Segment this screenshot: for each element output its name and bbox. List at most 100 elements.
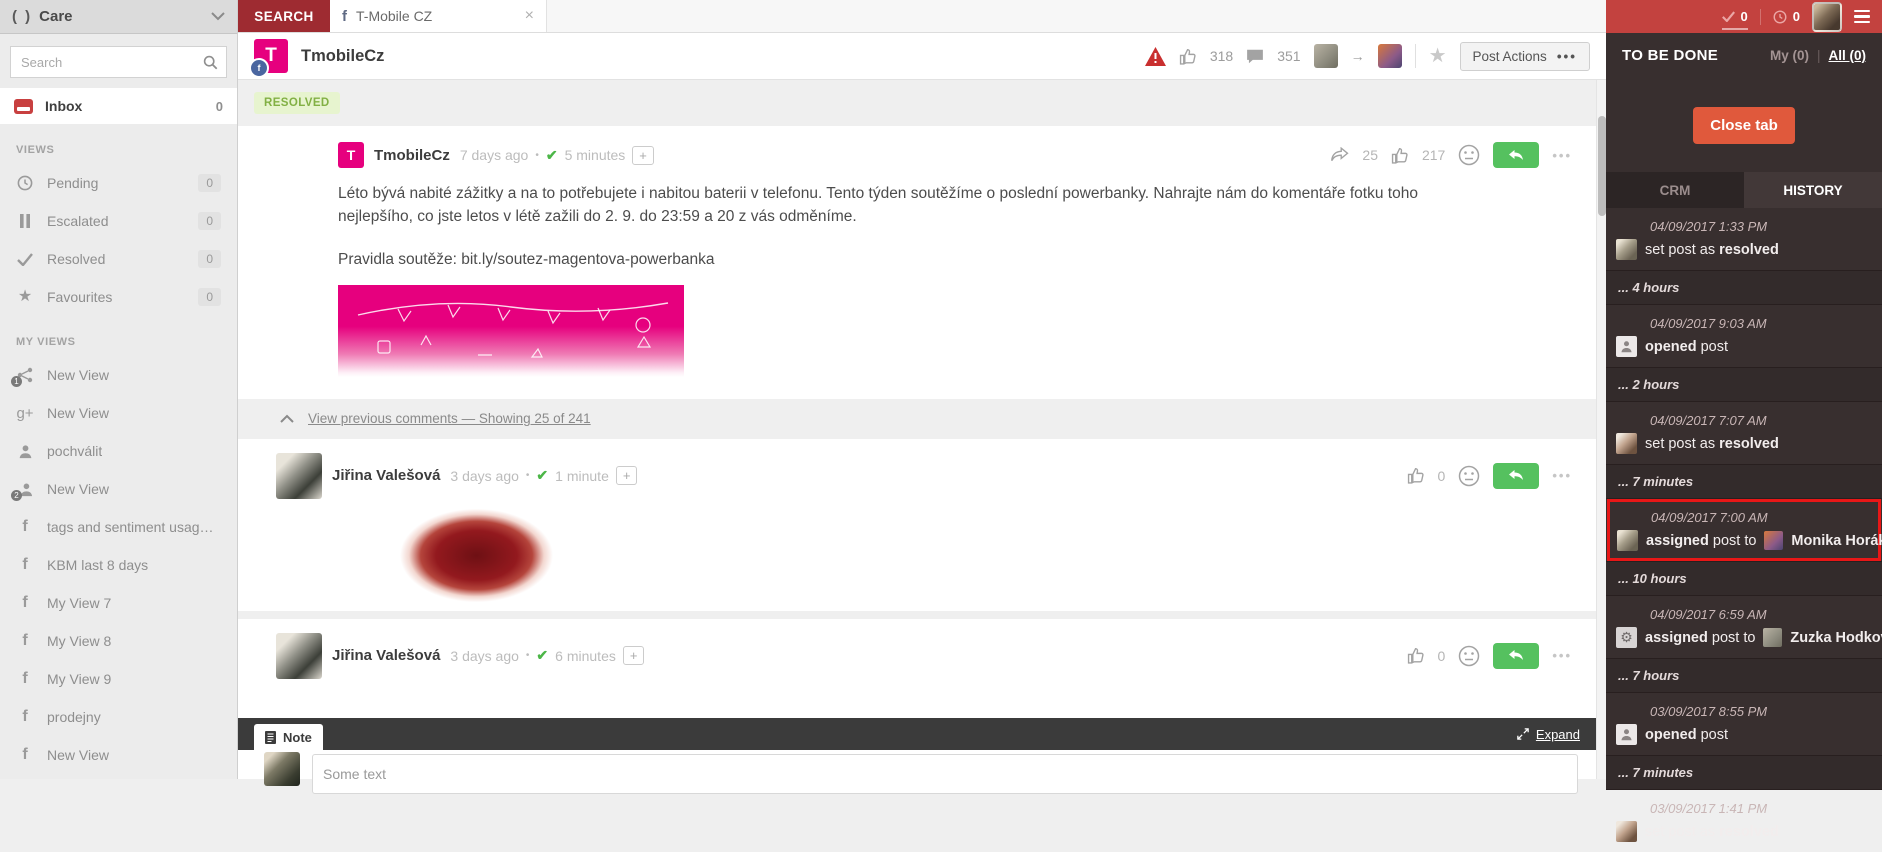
pending-counter[interactable]: 0 xyxy=(1773,9,1800,24)
close-icon[interactable]: × xyxy=(525,8,534,24)
view-number-badge: 2 xyxy=(11,489,22,501)
more-dots-icon[interactable]: ••• xyxy=(1552,648,1572,663)
sidebar-item-my-view-9[interactable]: f My View 9 xyxy=(0,660,237,698)
more-dots-icon[interactable]: ••• xyxy=(1552,148,1572,163)
main-area: SEARCH f T-Mobile CZ × T f TmobileCz 318… xyxy=(238,0,1606,794)
tab-crm[interactable]: CRM xyxy=(1606,172,1744,208)
close-tab-button[interactable]: Close tab xyxy=(1693,107,1795,144)
history-entry[interactable]: 03/09/2017 8:55 PM opened post xyxy=(1606,693,1882,755)
post-actions-label: Post Actions xyxy=(1472,48,1547,64)
sidebar-item-my-view-2[interactable]: g+ New View xyxy=(0,394,237,432)
more-dots-icon: ••• xyxy=(1556,48,1577,64)
post-time: 7 days ago xyxy=(459,147,529,163)
sidebar-item-my-view-5[interactable]: f tags and sentiment usage ch... xyxy=(0,508,237,546)
facebook-icon: f xyxy=(22,518,28,535)
sentiment-face-icon[interactable] xyxy=(1458,144,1480,166)
inbox-count: 0 xyxy=(215,98,223,114)
comment-card: Jiřina Valešová 3 days ago • ✔ 1 minute … xyxy=(238,438,1596,611)
sidebar-item-pending[interactable]: Pending 0 xyxy=(0,164,237,202)
add-tag-button[interactable]: + xyxy=(622,646,645,665)
history-entry[interactable]: 04/09/2017 1:33 PM set post as resolved xyxy=(1606,208,1882,270)
resolved-counter[interactable]: 0 xyxy=(1721,9,1748,30)
tab-tmobile-cz[interactable]: f T-Mobile CZ × xyxy=(330,0,547,32)
inbox-icon xyxy=(14,98,33,114)
tab-search[interactable]: SEARCH xyxy=(238,0,330,32)
note-panel: Note Expand xyxy=(238,718,1596,794)
facebook-icon: f xyxy=(342,7,347,25)
history-entry[interactable]: 04/09/2017 9:03 AM opened post xyxy=(1606,305,1882,367)
like-count: 318 xyxy=(1209,48,1234,64)
sidebar-item-my-view-10[interactable]: f prodejny xyxy=(0,698,237,736)
history-entry-highlighted[interactable]: 04/09/2017 7:00 AM assigned post to Moni… xyxy=(1607,499,1882,561)
assignee-name: Monika Horáková xyxy=(1791,532,1882,549)
search-input[interactable] xyxy=(19,53,203,71)
tab-label: T-Mobile CZ xyxy=(356,8,433,24)
note-input[interactable] xyxy=(312,754,1578,794)
history-date: 04/09/2017 1:33 PM xyxy=(1650,219,1768,234)
post-scroll-area: RESOLVED T TmobileCz 7 days ago • ✔ 5 mi… xyxy=(238,80,1596,779)
reply-button[interactable] xyxy=(1493,642,1540,669)
history-gap: ... 4 hours xyxy=(1606,270,1882,305)
warning-icon[interactable] xyxy=(1144,46,1166,66)
all-filter-link[interactable]: All (0) xyxy=(1828,48,1866,63)
view-label: My View 8 xyxy=(47,633,112,649)
history-entry[interactable]: 04/09/2017 6:59 AM ⚙ assigned post to Zu… xyxy=(1606,596,1882,658)
history-entry[interactable]: 04/09/2017 7:07 AM set post as resolved xyxy=(1606,402,1882,464)
person-icon xyxy=(1616,724,1637,745)
history-date: 04/09/2017 7:07 AM xyxy=(1650,413,1767,428)
scrollbar[interactable] xyxy=(1596,80,1606,779)
right-panel: 0 0 TO BE DONE My (0) | All (0) Close ta… xyxy=(1606,0,1882,842)
reply-button[interactable] xyxy=(1493,462,1540,489)
post-image[interactable] xyxy=(338,284,684,377)
tab-note[interactable]: Note xyxy=(254,724,323,750)
previous-comments-row: View previous comments — Showing 25 of 2… xyxy=(238,399,1596,439)
sidebar-item-my-view-6[interactable]: f KBM last 8 days xyxy=(0,546,237,584)
commenter-name: Jiřina Valešová xyxy=(332,467,441,484)
chevron-down-icon[interactable] xyxy=(211,12,225,21)
my-filter-link[interactable]: My (0) xyxy=(1770,48,1809,63)
user-avatar[interactable] xyxy=(1812,1,1842,32)
comment-image[interactable] xyxy=(384,496,569,611)
search-icon[interactable] xyxy=(203,55,218,70)
sidebar-item-my-view-7[interactable]: f My View 7 xyxy=(0,584,237,622)
post-actions-button[interactable]: Post Actions ••• xyxy=(1459,41,1590,71)
sidebar-item-my-view-4[interactable]: 2 New View xyxy=(0,470,237,508)
add-tag-button[interactable]: + xyxy=(632,145,654,165)
sidebar-header[interactable]: ( ) Care xyxy=(0,0,237,34)
status-badge: RESOLVED xyxy=(254,92,340,114)
tab-history[interactable]: HISTORY xyxy=(1744,172,1882,208)
chevron-up-icon[interactable] xyxy=(280,414,294,423)
post-card: T TmobileCz 7 days ago • ✔ 5 minutes + 2… xyxy=(238,126,1596,399)
sidebar-item-favourites[interactable]: ★ Favourites 0 xyxy=(0,278,237,316)
like-count: 0 xyxy=(1437,647,1446,664)
sidebar-item-escalated[interactable]: Escalated 0 xyxy=(0,202,237,240)
post-author-name: TmobileCz xyxy=(374,146,450,164)
history-entry[interactable]: 03/09/2017 1:41 PM set post as resolved xyxy=(1606,790,1882,852)
favourite-star-icon[interactable]: ★ xyxy=(1429,46,1447,66)
sla-time: 1 minute xyxy=(555,467,609,484)
expand-button[interactable]: Expand xyxy=(1517,727,1580,742)
comment-time: 3 days ago xyxy=(450,467,519,484)
view-previous-comments-link[interactable]: View previous comments — Showing 25 of 2… xyxy=(308,411,591,426)
check-icon xyxy=(1721,11,1735,22)
menu-icon[interactable] xyxy=(1854,9,1870,24)
sidebar-item-resolved[interactable]: Resolved 0 xyxy=(0,240,237,278)
person-icon xyxy=(1616,336,1637,357)
meta-dot: • xyxy=(525,470,530,481)
reply-button[interactable] xyxy=(1493,142,1540,168)
sidebar-item-my-view-3[interactable]: pochválit xyxy=(0,432,237,470)
sidebar-search xyxy=(10,46,227,78)
scrollbar-thumb[interactable] xyxy=(1598,116,1606,216)
sidebar-item-my-view-8[interactable]: f My View 8 xyxy=(0,622,237,660)
like-count: 217 xyxy=(1421,147,1446,163)
sidebar-item-inbox[interactable]: Inbox 0 xyxy=(0,88,237,124)
sidebar-item-my-view-11[interactable]: f New View xyxy=(0,736,237,774)
add-tag-button[interactable]: + xyxy=(615,466,638,485)
history-gap: ... 7 minutes xyxy=(1606,464,1882,499)
sentiment-face-icon[interactable] xyxy=(1458,645,1480,667)
sentiment-face-icon[interactable] xyxy=(1458,465,1480,487)
sidebar-item-my-view-1[interactable]: 1 New View xyxy=(0,356,237,394)
more-dots-icon[interactable]: ••• xyxy=(1552,468,1572,483)
clock-icon xyxy=(1773,10,1787,24)
assignee-avatar xyxy=(1763,628,1783,647)
